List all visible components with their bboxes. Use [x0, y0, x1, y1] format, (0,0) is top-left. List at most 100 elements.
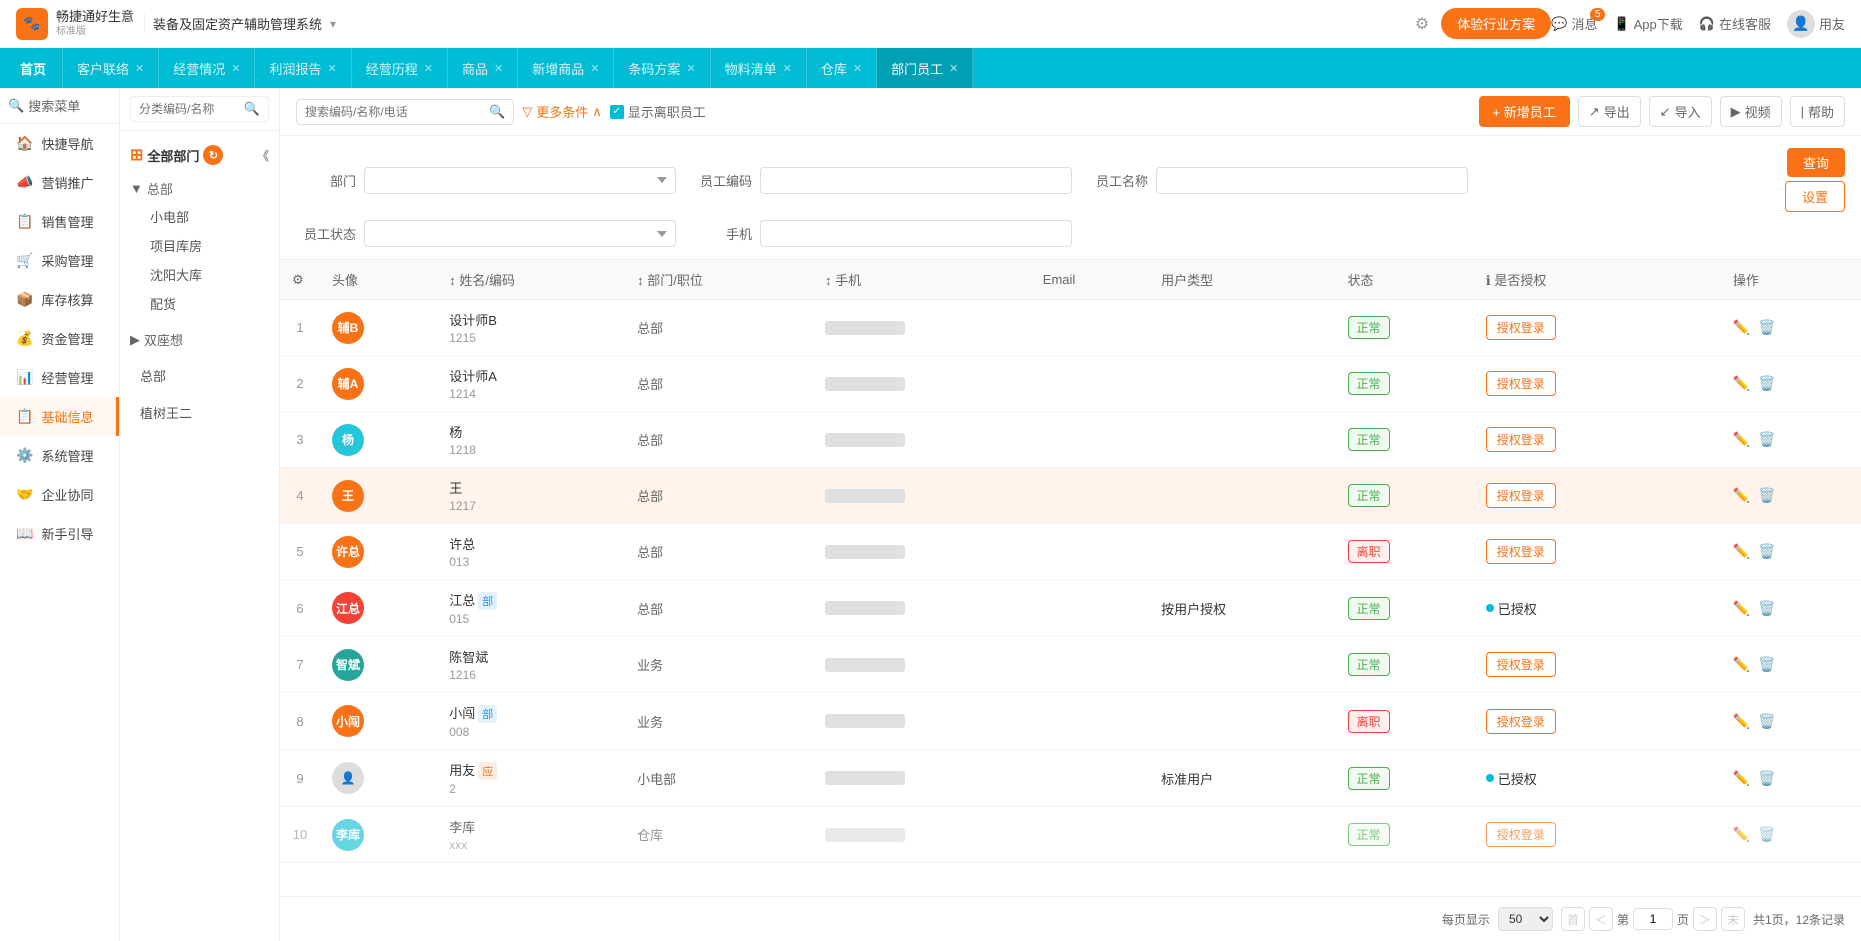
delete-icon[interactable]: 🗑️: [1758, 319, 1775, 336]
tab-dept-staff[interactable]: 部门员工 ✕: [877, 48, 973, 88]
tree-node-shenyang[interactable]: 沈阳大库: [120, 260, 279, 289]
delete-icon[interactable]: 🗑️: [1758, 543, 1775, 560]
edit-icon[interactable]: ✏️: [1733, 656, 1750, 673]
collapse-icon[interactable]: 《: [257, 147, 269, 164]
dept-select[interactable]: [364, 167, 676, 194]
edit-icon[interactable]: ✏️: [1733, 375, 1750, 392]
close-icon[interactable]: ✕: [686, 62, 695, 75]
close-icon[interactable]: ✕: [949, 62, 958, 75]
first-page-btn[interactable]: 首: [1561, 907, 1585, 931]
tree-node-peihuo[interactable]: 配货: [120, 289, 279, 318]
authorize-login-button[interactable]: 授权登录: [1486, 652, 1556, 677]
delete-icon[interactable]: 🗑️: [1758, 656, 1775, 673]
edit-icon[interactable]: ✏️: [1733, 826, 1750, 843]
close-icon[interactable]: ✕: [853, 62, 862, 75]
help-button[interactable]: | 帮助: [1790, 96, 1845, 127]
edit-icon[interactable]: ✏️: [1733, 319, 1750, 336]
edit-icon[interactable]: ✏️: [1733, 543, 1750, 560]
close-icon[interactable]: ✕: [494, 62, 503, 75]
edit-icon[interactable]: ✏️: [1733, 600, 1750, 617]
edit-icon[interactable]: ✏️: [1733, 431, 1750, 448]
close-icon[interactable]: ✕: [135, 62, 144, 75]
tree-node-zongbu[interactable]: 总部: [120, 361, 279, 390]
tab-history[interactable]: 经营历程 ✕: [352, 48, 448, 88]
more-conditions-btn[interactable]: ▽ 更多条件 ∧: [522, 102, 602, 121]
edit-icon[interactable]: ✏️: [1733, 713, 1750, 730]
tab-profit[interactable]: 利润报告 ✕: [255, 48, 351, 88]
sidebar-item-quicknav[interactable]: 🏠 快捷导航: [0, 124, 119, 163]
tree-search-input[interactable]: [139, 102, 240, 116]
sidebar-search[interactable]: 🔍 搜索菜单: [0, 88, 119, 124]
authorize-login-button[interactable]: 授权登录: [1486, 822, 1556, 847]
search-input[interactable]: [305, 105, 485, 119]
tree-node-shuangzuo[interactable]: ▶ 双座想: [120, 326, 279, 353]
authorize-login-button[interactable]: 授权登录: [1486, 483, 1556, 508]
sidebar-item-sales[interactable]: 📋 销售管理: [0, 202, 119, 241]
query-button[interactable]: 查询: [1787, 148, 1845, 177]
authorize-login-button[interactable]: 授权登录: [1486, 315, 1556, 340]
page-size-select[interactable]: 50 20 100: [1498, 907, 1553, 931]
app-download-btn[interactable]: 📱 App下载: [1613, 14, 1682, 33]
prev-page-btn[interactable]: ＜: [1589, 907, 1613, 931]
sidebar-item-collab[interactable]: 🤝 企业协同: [0, 475, 119, 514]
set-button[interactable]: 设置: [1785, 181, 1845, 212]
delete-icon[interactable]: 🗑️: [1758, 770, 1775, 787]
add-employee-button[interactable]: + 新增员工: [1479, 96, 1570, 127]
delete-icon[interactable]: 🗑️: [1758, 826, 1775, 843]
tree-group-label[interactable]: ▼ 总部: [120, 175, 279, 202]
tab-home[interactable]: 首页: [4, 48, 63, 88]
emp-status-select[interactable]: [364, 220, 676, 247]
edit-icon[interactable]: ✏️: [1733, 770, 1750, 787]
delete-icon[interactable]: 🗑️: [1758, 713, 1775, 730]
emp-code-input[interactable]: [760, 167, 1072, 194]
sidebar-item-bizmanage[interactable]: 📊 经营管理: [0, 358, 119, 397]
close-icon[interactable]: ✕: [783, 62, 792, 75]
close-icon[interactable]: ✕: [590, 62, 599, 75]
delete-icon[interactable]: 🗑️: [1758, 487, 1775, 504]
col-settings[interactable]: ⚙: [280, 260, 320, 300]
page-number-input[interactable]: [1633, 908, 1673, 930]
sidebar-item-marketing[interactable]: 📣 营销推广: [0, 163, 119, 202]
tree-all-dept[interactable]: ⊞ 全部部门 ↻ 《: [120, 139, 279, 171]
trial-button[interactable]: 体验行业方案: [1441, 8, 1551, 39]
tab-warehouse[interactable]: 仓库 ✕: [807, 48, 877, 88]
tab-customer[interactable]: 客户联络 ✕: [63, 48, 159, 88]
emp-name-input[interactable]: [1156, 167, 1468, 194]
close-icon[interactable]: ✕: [424, 62, 433, 75]
sidebar-item-finance[interactable]: 💰 资金管理: [0, 319, 119, 358]
next-page-btn[interactable]: ＞: [1693, 907, 1717, 931]
dropdown-arrow-icon[interactable]: ▾: [330, 17, 336, 31]
close-icon[interactable]: ✕: [231, 62, 240, 75]
authorize-login-button[interactable]: 授权登录: [1486, 427, 1556, 452]
edit-icon[interactable]: ✏️: [1733, 487, 1750, 504]
sidebar-item-basic-info[interactable]: 📋 基础信息: [0, 397, 119, 436]
refresh-icon[interactable]: ↻: [203, 145, 223, 165]
delete-icon[interactable]: 🗑️: [1758, 431, 1775, 448]
tab-bom[interactable]: 物料清单 ✕: [711, 48, 807, 88]
online-support-btn[interactable]: 🎧 在线客服: [1699, 14, 1771, 33]
user-menu[interactable]: 👤 用友: [1787, 10, 1845, 38]
tree-node-project[interactable]: 项目库房: [120, 231, 279, 260]
show-resigned-toggle[interactable]: ✓ 显示离职员工: [610, 102, 706, 121]
authorize-login-button[interactable]: 授权登录: [1486, 371, 1556, 396]
delete-icon[interactable]: 🗑️: [1758, 600, 1775, 617]
tree-node-zhishu[interactable]: 植树王二: [120, 398, 279, 427]
sidebar-item-system[interactable]: ⚙️ 系统管理: [0, 436, 119, 475]
delete-icon[interactable]: 🗑️: [1758, 375, 1775, 392]
close-icon[interactable]: ✕: [328, 62, 337, 75]
view-button[interactable]: ▶ 视频: [1720, 96, 1782, 127]
tab-barcode[interactable]: 条码方案 ✕: [614, 48, 710, 88]
settings-icon[interactable]: ⚙: [1415, 14, 1429, 34]
authorize-login-button[interactable]: 授权登录: [1486, 539, 1556, 564]
export-button[interactable]: ↗ 导出: [1578, 96, 1641, 127]
sidebar-item-inventory[interactable]: 📦 库存核算: [0, 280, 119, 319]
col-phone[interactable]: ↕ 手机: [813, 260, 1031, 300]
tab-operation[interactable]: 经营情况 ✕: [159, 48, 255, 88]
sidebar-item-guide[interactable]: 📖 新手引导: [0, 514, 119, 553]
phone-input[interactable]: [760, 220, 1072, 247]
import-button[interactable]: ↙ 导入: [1649, 96, 1712, 127]
sidebar-item-purchase[interactable]: 🛒 采购管理: [0, 241, 119, 280]
tab-goods[interactable]: 商品 ✕: [448, 48, 518, 88]
authorize-login-button[interactable]: 授权登录: [1486, 709, 1556, 734]
tree-node-xiaodibu[interactable]: 小电部: [120, 202, 279, 231]
